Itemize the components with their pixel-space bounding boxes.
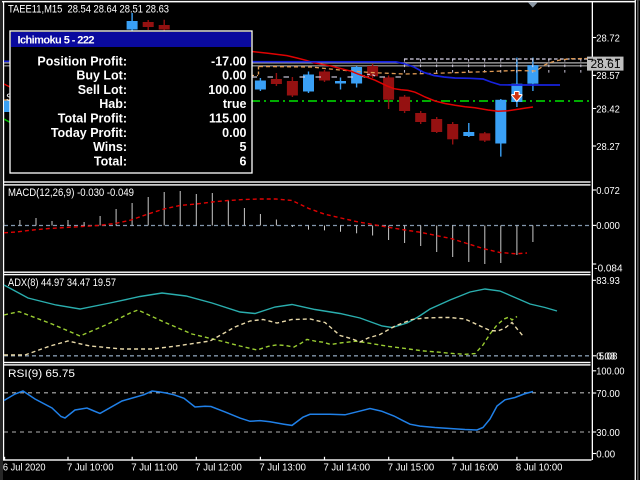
svg-text:Total Profit:: Total Profit:: [58, 112, 127, 126]
svg-text:Buy Lot:: Buy Lot:: [76, 69, 127, 83]
svg-text:Ichimoku 5 - 222: Ichimoku 5 - 222: [18, 35, 95, 47]
svg-text:8 Jul 10:00: 8 Jul 10:00: [516, 461, 563, 473]
svg-text:100.00: 100.00: [208, 83, 246, 97]
svg-text:70.00: 70.00: [596, 388, 620, 400]
svg-text:7 Jul 16:00: 7 Jul 16:00: [452, 461, 499, 473]
svg-text:83.93: 83.93: [596, 275, 620, 287]
svg-text:100.00: 100.00: [596, 366, 624, 378]
svg-text:Hab:: Hab:: [99, 97, 127, 111]
svg-text:6 Jul 2020: 6 Jul 2020: [3, 461, 46, 473]
svg-text:7 Jul 11:00: 7 Jul 11:00: [131, 461, 178, 473]
svg-text:ADX(8) 44.97 34.47 19.57: ADX(8) 44.97 34.47 19.57: [8, 277, 116, 289]
svg-text:Sell Lot:: Sell Lot:: [78, 83, 127, 97]
svg-text:RSI(9) 65.75: RSI(9) 65.75: [8, 368, 75, 380]
svg-text:6: 6: [240, 154, 247, 168]
svg-text:7 Jul 13:00: 7 Jul 13:00: [259, 461, 306, 473]
svg-text:0.00: 0.00: [222, 69, 246, 83]
svg-text:28.57: 28.57: [596, 70, 620, 82]
svg-text:Position Profit:: Position Profit:: [37, 54, 127, 68]
svg-text:0.000: 0.000: [596, 220, 620, 232]
svg-text:7 Jul 10:00: 7 Jul 10:00: [67, 461, 114, 473]
svg-text:MACD(12,26,9) -0.030 -0.049: MACD(12,26,9) -0.030 -0.049: [8, 187, 134, 199]
svg-text:TAEE11,M15 28.54 28.64 28.51: TAEE11,M15 28.54 28.64 28.51 28.63: [8, 4, 169, 16]
svg-text:7 Jul 15:00: 7 Jul 15:00: [388, 461, 435, 473]
svg-text:30.00: 30.00: [596, 427, 620, 439]
svg-text:7 Jul 12:00: 7 Jul 12:00: [195, 461, 242, 473]
svg-text:0.00: 0.00: [222, 126, 246, 140]
svg-text:Wins:: Wins:: [93, 140, 127, 154]
svg-text:28.61: 28.61: [591, 59, 621, 71]
svg-text:Total:: Total:: [94, 154, 127, 168]
svg-text:115.00: 115.00: [209, 112, 247, 126]
svg-text:28.42: 28.42: [596, 103, 620, 115]
svg-text:5: 5: [240, 140, 247, 154]
svg-text:28.72: 28.72: [596, 32, 620, 44]
svg-text:0.072: 0.072: [596, 185, 620, 197]
svg-text:-17.00: -17.00: [211, 54, 246, 68]
svg-text:7 Jul 14:00: 7 Jul 14:00: [324, 461, 371, 473]
svg-text:0.00: 0.00: [596, 448, 615, 460]
svg-text:true: true: [223, 97, 247, 111]
svg-text:-0.084: -0.084: [594, 262, 622, 274]
svg-text:28.27: 28.27: [596, 141, 620, 153]
svg-text:5.08: 5.08: [599, 351, 618, 363]
svg-text:Today Profit:: Today Profit:: [51, 126, 127, 140]
